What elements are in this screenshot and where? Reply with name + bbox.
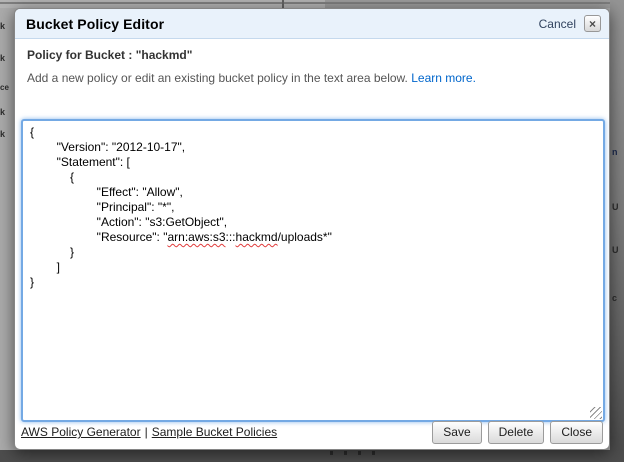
- clipped-text-fragment: n: [612, 148, 618, 157]
- save-button[interactable]: Save: [432, 421, 481, 444]
- clipped-text-fragment: ce: [0, 84, 9, 92]
- dialog-header: Bucket Policy Editor Cancel ×: [15, 9, 609, 39]
- clipped-text-fragment: k: [0, 108, 5, 117]
- policy-text: { "Version": "2012-10-17", "Statement": …: [30, 125, 596, 290]
- clipped-text-fragment: c: [612, 294, 617, 303]
- policy-for-bucket-label: Policy for Bucket : "hackmd": [27, 48, 597, 62]
- clipped-text-fragment: k: [0, 54, 5, 63]
- clipped-text-fragment: U: [612, 203, 619, 212]
- page-backdrop-text-fragment: [330, 451, 382, 455]
- cancel-link[interactable]: Cancel: [539, 17, 576, 31]
- sample-bucket-policies-link[interactable]: Sample Bucket Policies: [152, 425, 277, 439]
- description: Add a new policy or edit an existing buc…: [27, 71, 597, 85]
- clipped-text-fragment: U: [612, 246, 619, 255]
- description-text: Add a new policy or edit an existing buc…: [27, 71, 408, 85]
- dialog-title: Bucket Policy Editor: [26, 16, 539, 32]
- aws-policy-generator-link[interactable]: AWS Policy Generator: [21, 425, 141, 439]
- delete-button[interactable]: Delete: [488, 421, 545, 444]
- page-backdrop-bottom: [0, 450, 624, 462]
- clipped-text-fragment: k: [0, 22, 5, 31]
- page-backdrop-right: [610, 0, 624, 462]
- close-x-button[interactable]: ×: [584, 15, 601, 32]
- screen: k k ce k k n U U c Bucket Policy Editor …: [0, 0, 624, 462]
- dialog-close-button[interactable]: Close: [550, 421, 603, 444]
- link-separator: |: [145, 425, 148, 439]
- policy-textarea[interactable]: { "Version": "2012-10-17", "Statement": …: [21, 119, 605, 422]
- resize-handle-icon[interactable]: [590, 407, 602, 419]
- bucket-policy-editor-dialog: Bucket Policy Editor Cancel × Policy for…: [14, 8, 610, 450]
- learn-more-link[interactable]: Learn more.: [411, 71, 476, 85]
- page-backdrop-column-divider: [282, 0, 284, 8]
- close-icon: ×: [589, 18, 596, 30]
- dialog-footer: AWS Policy Generator | Sample Bucket Polic…: [21, 420, 603, 444]
- page-backdrop-divider: [0, 2, 624, 4]
- clipped-text-fragment: k: [0, 130, 5, 139]
- footer-links: AWS Policy Generator | Sample Bucket Polic…: [21, 425, 426, 439]
